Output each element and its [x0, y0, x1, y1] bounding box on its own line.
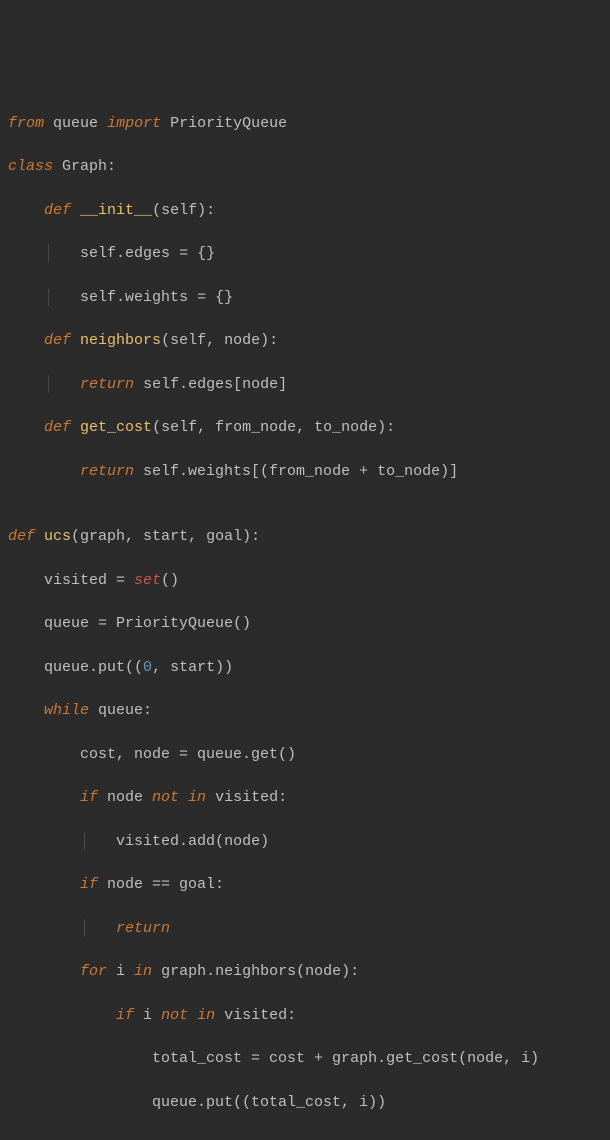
- cond-rest: visited:: [206, 789, 287, 806]
- method-name-get-cost: get_cost: [80, 419, 152, 436]
- code-line-6: def neighbors(self, node):: [8, 330, 610, 352]
- keyword-while: while: [44, 702, 89, 719]
- code-line-13: queue = PriorityQueue(): [8, 613, 610, 635]
- code-line-16: cost, node = queue.get(): [8, 744, 610, 766]
- stmt: queue.put((total_cost, i)): [152, 1094, 386, 1111]
- keyword-import: import: [107, 115, 161, 132]
- method-name-init: __init__: [80, 202, 152, 219]
- number-zero: 0: [143, 659, 152, 676]
- cond-mid: node: [98, 789, 152, 806]
- cond: queue:: [89, 702, 152, 719]
- code-line-11: def ucs(graph, start, goal):: [8, 526, 610, 548]
- keyword-def: def: [44, 332, 71, 349]
- code-line-21: for i in graph.neighbors(node):: [8, 961, 610, 983]
- code-line-1: from queue import PriorityQueue: [8, 113, 610, 135]
- var: i: [107, 963, 134, 980]
- keyword-if: if: [80, 876, 98, 893]
- stmt: total_cost = cost + graph.get_cost(node,…: [152, 1050, 539, 1067]
- indent-guide: │: [44, 376, 53, 393]
- builtin-set: set: [134, 572, 161, 589]
- code-line-14: queue.put((0, start)): [8, 657, 610, 679]
- cond: node == goal:: [98, 876, 224, 893]
- keyword-def: def: [8, 528, 35, 545]
- keyword-for: for: [80, 963, 107, 980]
- code-line-18: │ visited.add(node): [8, 831, 610, 853]
- stmt: cost, node = queue.get(): [80, 746, 296, 763]
- code-line-23: total_cost = cost + graph.get_cost(node,…: [8, 1048, 610, 1070]
- params: (graph, start, goal):: [71, 528, 260, 545]
- indent-guide: │: [80, 920, 89, 937]
- keyword-return: return: [80, 376, 134, 393]
- code-line-7: │ return self.edges[node]: [8, 374, 610, 396]
- code-line-15: while queue:: [8, 700, 610, 722]
- expr: self.weights[(from_node + to_node)]: [134, 463, 458, 480]
- params: (self, node):: [161, 332, 278, 349]
- keyword-if: if: [116, 1007, 134, 1024]
- expr: self.edges[node]: [134, 376, 287, 393]
- code-line-17: if node not in visited:: [8, 787, 610, 809]
- indent-guide: │: [80, 833, 89, 850]
- indent-guide: │: [44, 245, 53, 262]
- keyword-from: from: [8, 115, 44, 132]
- code-line-3: def __init__(self):: [8, 200, 610, 222]
- keyword-if: if: [80, 789, 98, 806]
- cond-rest: visited:: [215, 1007, 296, 1024]
- stmt: self.weights = {}: [80, 289, 233, 306]
- code-line-5: │ self.weights = {}: [8, 287, 610, 309]
- keyword-return: return: [80, 463, 134, 480]
- stmt: queue = PriorityQueue(): [44, 615, 251, 632]
- code-line-8: def get_cost(self, from_node, to_node):: [8, 417, 610, 439]
- code-line-12: visited = set(): [8, 570, 610, 592]
- call-post: , start)): [152, 659, 233, 676]
- class-name: Graph: [62, 158, 107, 175]
- code-line-19: if node == goal:: [8, 874, 610, 896]
- params: (self):: [152, 202, 215, 219]
- keyword-not-in: not in: [161, 1007, 215, 1024]
- module-name: queue: [53, 115, 98, 132]
- assign-rhs: (): [161, 572, 179, 589]
- call-pre: queue.put((: [44, 659, 143, 676]
- assign-lhs: visited =: [44, 572, 134, 589]
- code-line-24: queue.put((total_cost, i)): [8, 1092, 610, 1114]
- stmt: self.edges = {}: [80, 245, 215, 262]
- keyword-return: return: [116, 920, 170, 937]
- code-line-22: if i not in visited:: [8, 1005, 610, 1027]
- code-editor: from queue import PriorityQueue class Gr…: [8, 91, 610, 1135]
- code-line-20: │ return: [8, 918, 610, 940]
- code-line-9: return self.weights[(from_node + to_node…: [8, 461, 610, 483]
- iter: graph.neighbors(node):: [152, 963, 359, 980]
- import-name: PriorityQueue: [170, 115, 287, 132]
- keyword-in: in: [134, 963, 152, 980]
- method-name-neighbors: neighbors: [80, 332, 161, 349]
- params: (self, from_node, to_node):: [152, 419, 395, 436]
- keyword-def: def: [44, 419, 71, 436]
- cond-mid: i: [134, 1007, 161, 1024]
- colon: :: [107, 158, 116, 175]
- code-line-4: │ self.edges = {}: [8, 243, 610, 265]
- keyword-def: def: [44, 202, 71, 219]
- function-name-ucs: ucs: [44, 528, 71, 545]
- code-line-2: class Graph:: [8, 156, 610, 178]
- keyword-not-in: not in: [152, 789, 206, 806]
- indent-guide: │: [44, 289, 53, 306]
- stmt: visited.add(node): [116, 833, 269, 850]
- keyword-class: class: [8, 158, 53, 175]
